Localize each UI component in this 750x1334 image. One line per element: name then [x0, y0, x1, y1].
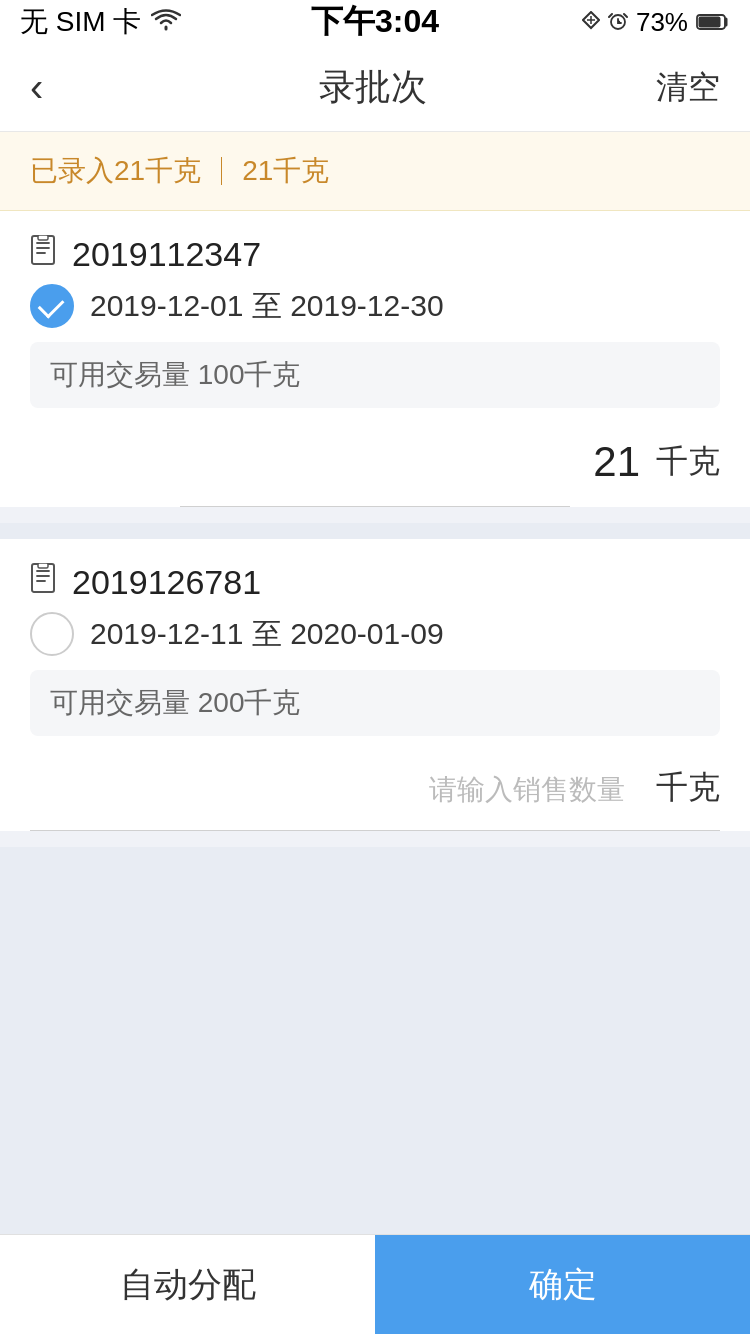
batch1-radio[interactable] [30, 284, 74, 328]
location-icon [582, 7, 600, 38]
batch2-unit: 千克 [656, 766, 720, 810]
wifi-icon [151, 6, 181, 38]
sale-quantity-input[interactable] [340, 770, 640, 807]
status-time: 下午3:04 [311, 0, 439, 44]
batch1-availability: 可用交易量 100千克 [30, 342, 720, 408]
card-divider [0, 523, 750, 539]
info-divider [221, 157, 222, 185]
batch1-amount-row: 21 千克 [0, 422, 750, 506]
batch1-id: 2019112347 [72, 235, 261, 274]
batch1-date: 2019-12-01 至 2019-12-30 [90, 286, 444, 327]
batch1-header: 2019112347 [0, 211, 750, 284]
auto-distribute-button[interactable]: 自动分配 [0, 1235, 375, 1334]
batch-card-2: 2019126781 2019-12-11 至 2020-01-09 可用交易量… [0, 539, 750, 831]
batch2-radio[interactable] [30, 612, 74, 656]
batch2-underline [30, 830, 720, 831]
gray-area [0, 847, 750, 1247]
batch2-availability: 可用交易量 200千克 [30, 670, 720, 736]
no-sim-label: 无 SIM 卡 [20, 3, 141, 41]
batch2-doc-icon [30, 563, 60, 602]
batch-card-1: 2019112347 2019-12-01 至 2019-12-30 可用交易量… [0, 211, 750, 507]
batch1-underline [180, 506, 570, 507]
batch2-input-row: 千克 [0, 750, 750, 830]
batch2-id: 2019126781 [72, 563, 261, 602]
confirm-button[interactable]: 确定 [375, 1235, 750, 1334]
back-button[interactable]: ‹ [30, 65, 90, 110]
recorded-amount-label: 已录入21千克 [30, 152, 201, 190]
status-bar: 无 SIM 卡 下午3:04 73% [0, 0, 750, 44]
batch2-header: 2019126781 [0, 539, 750, 612]
battery-icon [696, 7, 730, 38]
bottom-bar: 自动分配 确定 [0, 1234, 750, 1334]
battery-label: 73% [636, 7, 688, 38]
svg-rect-4 [38, 235, 48, 240]
batch1-date-row[interactable]: 2019-12-01 至 2019-12-30 [0, 284, 750, 342]
info-bar: 已录入21千克 21千克 [0, 132, 750, 211]
svg-rect-2 [699, 16, 721, 27]
clear-button[interactable]: 清空 [656, 66, 720, 110]
batch1-amount-value: 21 [593, 438, 640, 486]
nav-bar: ‹ 录批次 清空 [0, 44, 750, 132]
batch1-amount-unit: 千克 [656, 440, 720, 484]
batch2-date: 2019-12-11 至 2020-01-09 [90, 614, 444, 655]
alarm-icon [608, 7, 628, 38]
svg-rect-6 [38, 563, 48, 568]
batch1-doc-icon [30, 235, 60, 274]
batch2-date-row[interactable]: 2019-12-11 至 2020-01-09 [0, 612, 750, 670]
info-value: 21千克 [242, 152, 329, 190]
page-title: 录批次 [319, 63, 427, 112]
